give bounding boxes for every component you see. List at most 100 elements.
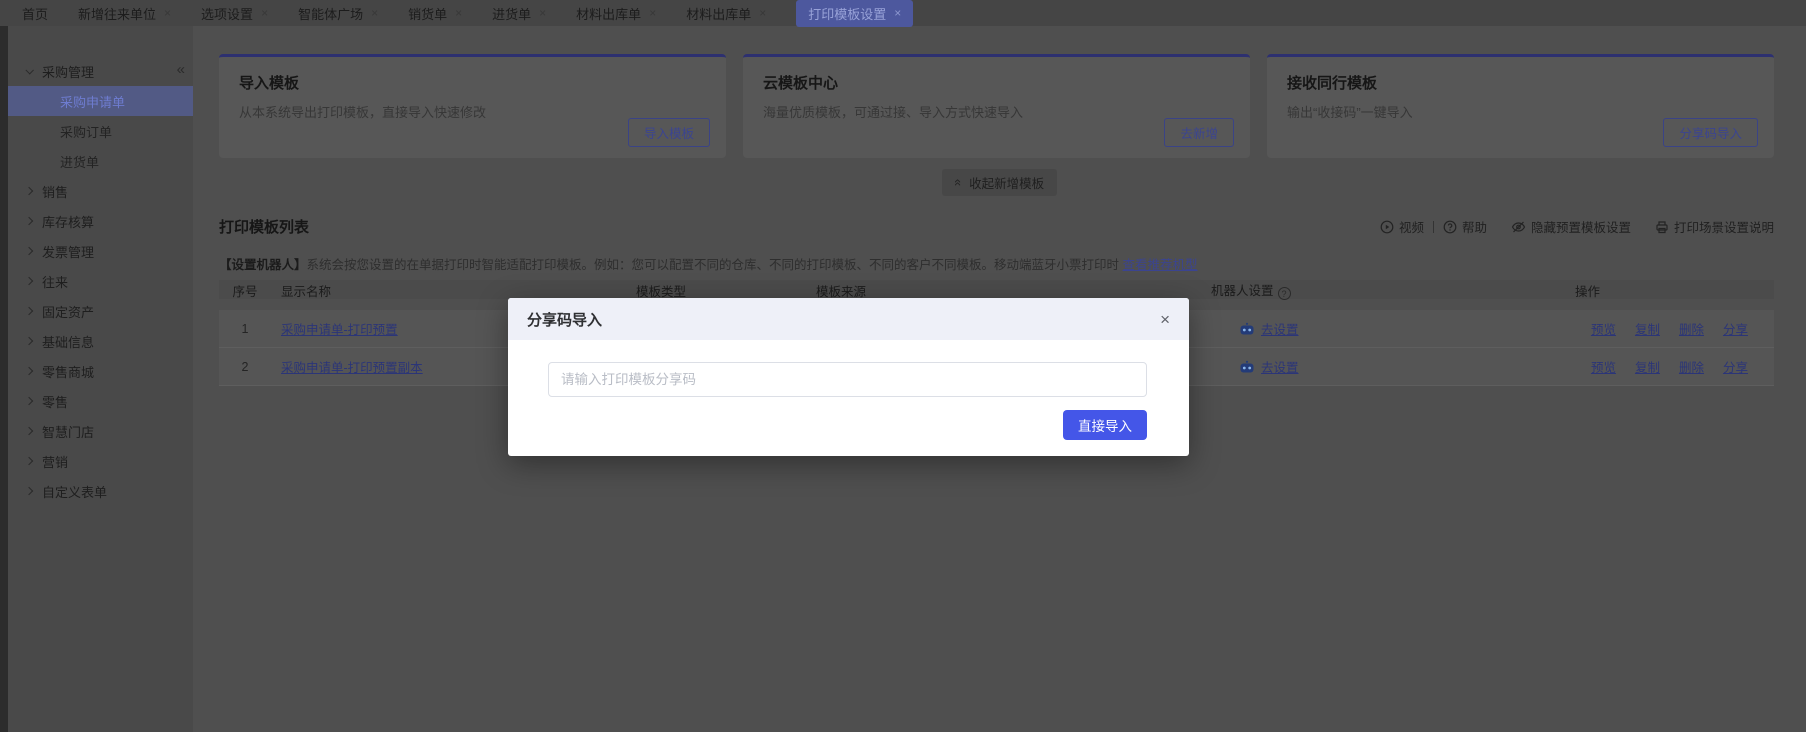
tab-home[interactable]: 首页 bbox=[22, 4, 48, 23]
chevron-right-icon bbox=[24, 186, 34, 196]
sidebar-group-label: 往来 bbox=[42, 274, 69, 290]
video-link[interactable]: 视频 bbox=[1380, 217, 1424, 236]
sidebar-item-purchase-order[interactable]: 采购订单 bbox=[8, 116, 193, 146]
sidebar-group-purchase-management[interactable]: 采购管理 bbox=[8, 56, 193, 86]
chevron-up-icon: « bbox=[950, 178, 966, 187]
sidebar-group-inventory-accounting[interactable]: 库存核算 bbox=[8, 206, 193, 236]
sidebar-group-retail[interactable]: 零售 bbox=[8, 386, 193, 416]
divider bbox=[1432, 220, 1434, 233]
question-circle-icon[interactable]: ? bbox=[1277, 287, 1291, 300]
chevron-down-icon bbox=[25, 66, 34, 75]
sidebar-group-partners[interactable]: 往来 bbox=[8, 266, 193, 296]
col-template-type: 模板类型 bbox=[635, 284, 686, 299]
tab-label: 智能体广场 bbox=[298, 6, 364, 22]
template-cards-row: 导入模板 从本系统导出打印模板，直接导入快速修改 导入模板 云模板中心 海量优质… bbox=[219, 54, 1774, 158]
card-cloud-template-center: 云模板中心 海量优质模板，可通过接、导入方式快速导入 去新增 bbox=[743, 54, 1250, 158]
tab-material-out-2[interactable]: 材料出库单 × bbox=[686, 4, 766, 23]
printer-icon bbox=[1655, 220, 1669, 234]
chevron-right-icon bbox=[24, 456, 34, 466]
help-label: 帮助 bbox=[1461, 221, 1487, 235]
sidebar-group-retail-mall[interactable]: 零售商城 bbox=[8, 356, 193, 386]
chevron-right-icon bbox=[24, 216, 34, 226]
sidebar-group-label: 销售 bbox=[42, 184, 69, 200]
hide-preset-label: 隐藏预置模板设置 bbox=[1530, 221, 1631, 235]
sidebar-group-invoice-management[interactable]: 发票管理 bbox=[8, 236, 193, 266]
copy-link[interactable]: 复制 bbox=[1635, 319, 1660, 338]
chevron-right-icon bbox=[24, 486, 34, 496]
tab-new-partner[interactable]: 新增往来单位 × bbox=[78, 4, 171, 23]
tip-text: 系统会按您设置的在单据打印时智能适配打印模板。例如：您可以配置不同的仓库、不同的… bbox=[306, 258, 1120, 272]
template-name-link[interactable]: 采购申请单-打印预置 bbox=[281, 323, 398, 337]
hide-preset-templates-link[interactable]: 隐藏预置模板设置 bbox=[1511, 217, 1631, 236]
sidebar-group-fixed-assets[interactable]: 固定资产 bbox=[8, 296, 193, 326]
tab-close-icon[interactable]: × bbox=[649, 7, 656, 19]
app-window: 首页 新增往来单位 × 选项设置 × 智能体广场 × 销货单 × 进货单 × 材… bbox=[0, 0, 1806, 732]
tab-bar: 首页 新增往来单位 × 选项设置 × 智能体广场 × 销货单 × 进货单 × 材… bbox=[0, 0, 1806, 27]
tab-label: 进货单 bbox=[492, 6, 532, 22]
col-robot-settings: 机器人设置? bbox=[1201, 280, 1401, 300]
preview-link[interactable]: 预览 bbox=[1591, 357, 1616, 376]
sidebar-group-marketing[interactable]: 营销 bbox=[8, 446, 193, 476]
tab-close-icon[interactable]: × bbox=[539, 7, 546, 19]
collapse-new-template-button[interactable]: « 收起新增模板 bbox=[941, 169, 1058, 196]
sidebar-item-goods-receipt[interactable]: 进货单 bbox=[8, 146, 193, 176]
direct-import-button[interactable]: 直接导入 bbox=[1063, 410, 1147, 440]
sidebar-collapse-icon[interactable]: « bbox=[177, 62, 185, 77]
print-scene-help-link[interactable]: 打印场景设置说明 bbox=[1655, 217, 1774, 236]
share-link[interactable]: 分享 bbox=[1723, 319, 1748, 338]
delete-link[interactable]: 删除 bbox=[1679, 319, 1704, 338]
share-code-input[interactable] bbox=[548, 362, 1147, 397]
sidebar-item-purchase-request[interactable]: 采购申请单 bbox=[8, 86, 193, 116]
go-setup-link[interactable]: 去设置 bbox=[1261, 357, 1299, 376]
tab-close-icon[interactable]: × bbox=[261, 7, 268, 19]
help-tool-group: 视频 帮助 bbox=[1380, 217, 1487, 236]
tab-purchase-in[interactable]: 进货单 × bbox=[492, 4, 546, 23]
share-code-import-button[interactable]: 分享码导入 bbox=[1663, 118, 1758, 147]
tab-material-out-1[interactable]: 材料出库单 × bbox=[576, 4, 656, 23]
row-index: 1 bbox=[241, 321, 249, 336]
sidebar-group-basic-info[interactable]: 基础信息 bbox=[8, 326, 193, 356]
row-operations-cell: 预览 复制 删除 分享 bbox=[1401, 319, 1774, 338]
play-circle-icon bbox=[1380, 220, 1394, 234]
share-link[interactable]: 分享 bbox=[1723, 357, 1748, 376]
tab-close-icon[interactable]: × bbox=[455, 7, 462, 19]
tab-close-icon[interactable]: × bbox=[894, 7, 901, 19]
tab-label: 首页 bbox=[22, 6, 49, 22]
tab-label: 材料出库单 bbox=[576, 6, 642, 22]
sidebar-group-label: 零售 bbox=[42, 394, 69, 410]
delete-link[interactable]: 删除 bbox=[1679, 357, 1704, 376]
eye-slash-icon bbox=[1511, 220, 1526, 234]
collapse-label: 收起新增模板 bbox=[969, 177, 1045, 191]
chevron-right-icon bbox=[24, 426, 34, 436]
tab-print-template-settings[interactable]: 打印模板设置 × bbox=[796, 0, 914, 27]
print-template-list-title: 打印模板列表 bbox=[219, 219, 310, 236]
dialog-title: 分享码导入 bbox=[527, 311, 603, 329]
import-template-button[interactable]: 导入模板 bbox=[627, 118, 710, 147]
go-add-button[interactable]: 去新增 bbox=[1164, 118, 1234, 147]
preview-link[interactable]: 预览 bbox=[1591, 319, 1616, 338]
go-setup-link[interactable]: 去设置 bbox=[1261, 319, 1299, 338]
sidebar-group-custom-forms[interactable]: 自定义表单 bbox=[8, 476, 193, 506]
tab-close-icon[interactable]: × bbox=[164, 7, 171, 19]
tab-close-icon[interactable]: × bbox=[371, 7, 378, 19]
tab-options[interactable]: 选项设置 × bbox=[201, 4, 268, 23]
close-icon[interactable]: × bbox=[1160, 311, 1170, 328]
sidebar-group-label: 基础信息 bbox=[42, 334, 95, 350]
sidebar-group-label: 自定义表单 bbox=[42, 484, 108, 500]
chevron-right-icon bbox=[24, 246, 34, 256]
recommended-models-link[interactable]: 查看推荐机型 bbox=[1123, 258, 1198, 272]
template-name-link[interactable]: 采购申请单-打印预置副本 bbox=[281, 361, 423, 375]
col-template-source: 模板来源 bbox=[815, 284, 866, 299]
sidebar-item-label: 进货单 bbox=[60, 154, 100, 170]
sidebar-group-smart-store[interactable]: 智慧门店 bbox=[8, 416, 193, 446]
sidebar-group-label: 发票管理 bbox=[42, 244, 95, 260]
tab-close-icon[interactable]: × bbox=[759, 7, 766, 19]
sidebar-group-sales[interactable]: 销售 bbox=[8, 176, 193, 206]
tab-sales-order[interactable]: 销货单 × bbox=[408, 4, 462, 23]
copy-link[interactable]: 复制 bbox=[1635, 357, 1660, 376]
robot-setup-tip: 【设置机器人】系统会按您设置的在单据打印时智能适配打印模板。例如：您可以配置不同… bbox=[219, 254, 1774, 273]
help-link[interactable]: 帮助 bbox=[1443, 217, 1487, 236]
tab-agent-plaza[interactable]: 智能体广场 × bbox=[298, 4, 378, 23]
row-index: 2 bbox=[241, 359, 249, 374]
card-description: 海量优质模板，可通过接、导入方式快速导入 bbox=[763, 105, 1024, 120]
